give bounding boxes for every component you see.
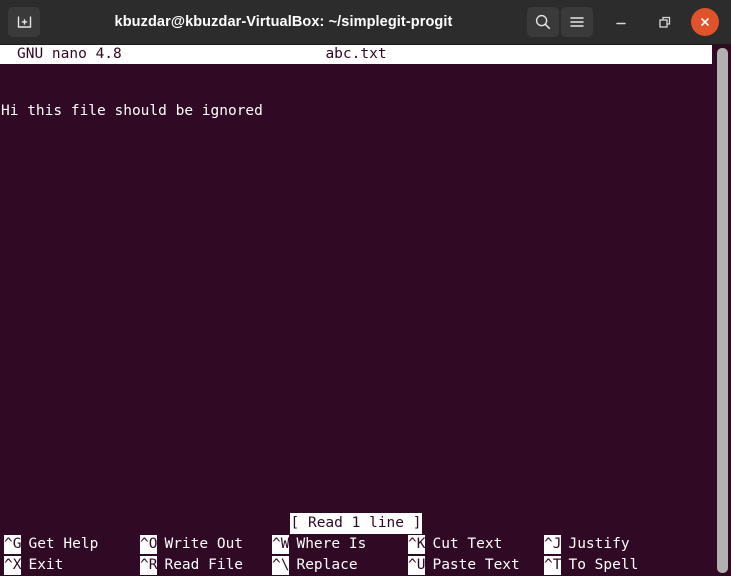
- buffer-line[interactable]: Hi this file should be ignored: [0, 102, 712, 121]
- titlebar-left-group: [8, 7, 40, 37]
- nano-status-line: [ Read 1 line ]: [0, 513, 712, 534]
- shortcut-label: Cut Text: [432, 536, 503, 552]
- titlebar-center-group: kbuzdar@kbuzdar-VirtualBox: ~/simplegit-…: [40, 14, 527, 30]
- titlebar-right-group: [527, 7, 723, 37]
- nano-filename-label: abc.txt: [325, 46, 387, 62]
- shortcut-label: Read File: [164, 557, 244, 573]
- terminal-scrollbar[interactable]: [716, 45, 729, 576]
- shortcut-read-file[interactable]: ^R Read File: [140, 555, 243, 576]
- shortcut-get-help[interactable]: ^G Get Help: [4, 534, 98, 555]
- shortcut-key: ^T: [544, 556, 562, 575]
- terminal-content[interactable]: GNU nano 4.8 abc.txt Hi this file should…: [0, 45, 731, 576]
- terminal-window: kbuzdar@kbuzdar-VirtualBox: ~/simplegit-…: [0, 0, 731, 576]
- shortcut-paste-text[interactable]: ^U Paste Text: [408, 555, 520, 576]
- close-icon[interactable]: [691, 8, 719, 36]
- shortcut-replace[interactable]: ^\ Replace: [272, 555, 358, 576]
- window-titlebar: kbuzdar@kbuzdar-VirtualBox: ~/simplegit-…: [0, 0, 731, 45]
- shortcut-cut-text[interactable]: ^K Cut Text: [408, 534, 502, 555]
- shortcut-label: To Spell: [568, 557, 639, 573]
- shortcut-where-is[interactable]: ^W Where Is: [272, 534, 366, 555]
- shortcut-key: ^O: [140, 535, 158, 554]
- nano-edit-area[interactable]: Hi this file should be ignored: [0, 64, 712, 534]
- shortcut-key: ^U: [408, 556, 426, 575]
- status-message: [ Read 1 line ]: [289, 513, 423, 534]
- shortcut-label: Exit: [28, 557, 64, 573]
- window-title: kbuzdar@kbuzdar-VirtualBox: ~/simplegit-…: [114, 14, 453, 30]
- shortcut-justify[interactable]: ^J Justify: [544, 534, 630, 555]
- shortcut-key: ^X: [4, 556, 22, 575]
- shortcut-key: ^J: [544, 535, 562, 554]
- nano-shortcut-help: ^G Get Help ^O Write Out ^W Where Is ^K Cut …: [0, 534, 712, 576]
- restore-icon[interactable]: [649, 7, 681, 37]
- shortcut-label: Get Help: [28, 536, 99, 552]
- shortcut-label: Paste Text: [432, 557, 520, 573]
- shortcut-write-out[interactable]: ^O Write Out: [140, 534, 243, 555]
- shortcut-key: ^W: [272, 535, 290, 554]
- nano-header-bar: GNU nano 4.8 abc.txt: [0, 45, 712, 64]
- hamburger-menu-icon[interactable]: [561, 7, 593, 37]
- shortcut-key: ^K: [408, 535, 426, 554]
- new-tab-icon[interactable]: [8, 7, 40, 37]
- shortcut-to-spell[interactable]: ^T To Spell: [544, 555, 638, 576]
- shortcut-key: ^G: [4, 535, 22, 554]
- shortcut-label: Where Is: [296, 536, 367, 552]
- shortcut-row-2: ^X Exit ^R Read File ^\ Replace ^U Paste Tex…: [0, 555, 712, 576]
- shortcut-key: ^R: [140, 556, 158, 575]
- shortcut-label: Justify: [568, 536, 630, 552]
- shortcut-label: Replace: [296, 557, 358, 573]
- minimize-icon[interactable]: [605, 7, 637, 37]
- search-icon[interactable]: [527, 7, 559, 37]
- shortcut-exit[interactable]: ^X Exit: [4, 555, 63, 576]
- shortcut-key: ^\: [272, 556, 290, 575]
- shortcut-row-1: ^G Get Help ^O Write Out ^W Where Is ^K Cut …: [0, 534, 712, 555]
- scrollbar-thumb[interactable]: [717, 48, 728, 573]
- shortcut-label: Write Out: [164, 536, 244, 552]
